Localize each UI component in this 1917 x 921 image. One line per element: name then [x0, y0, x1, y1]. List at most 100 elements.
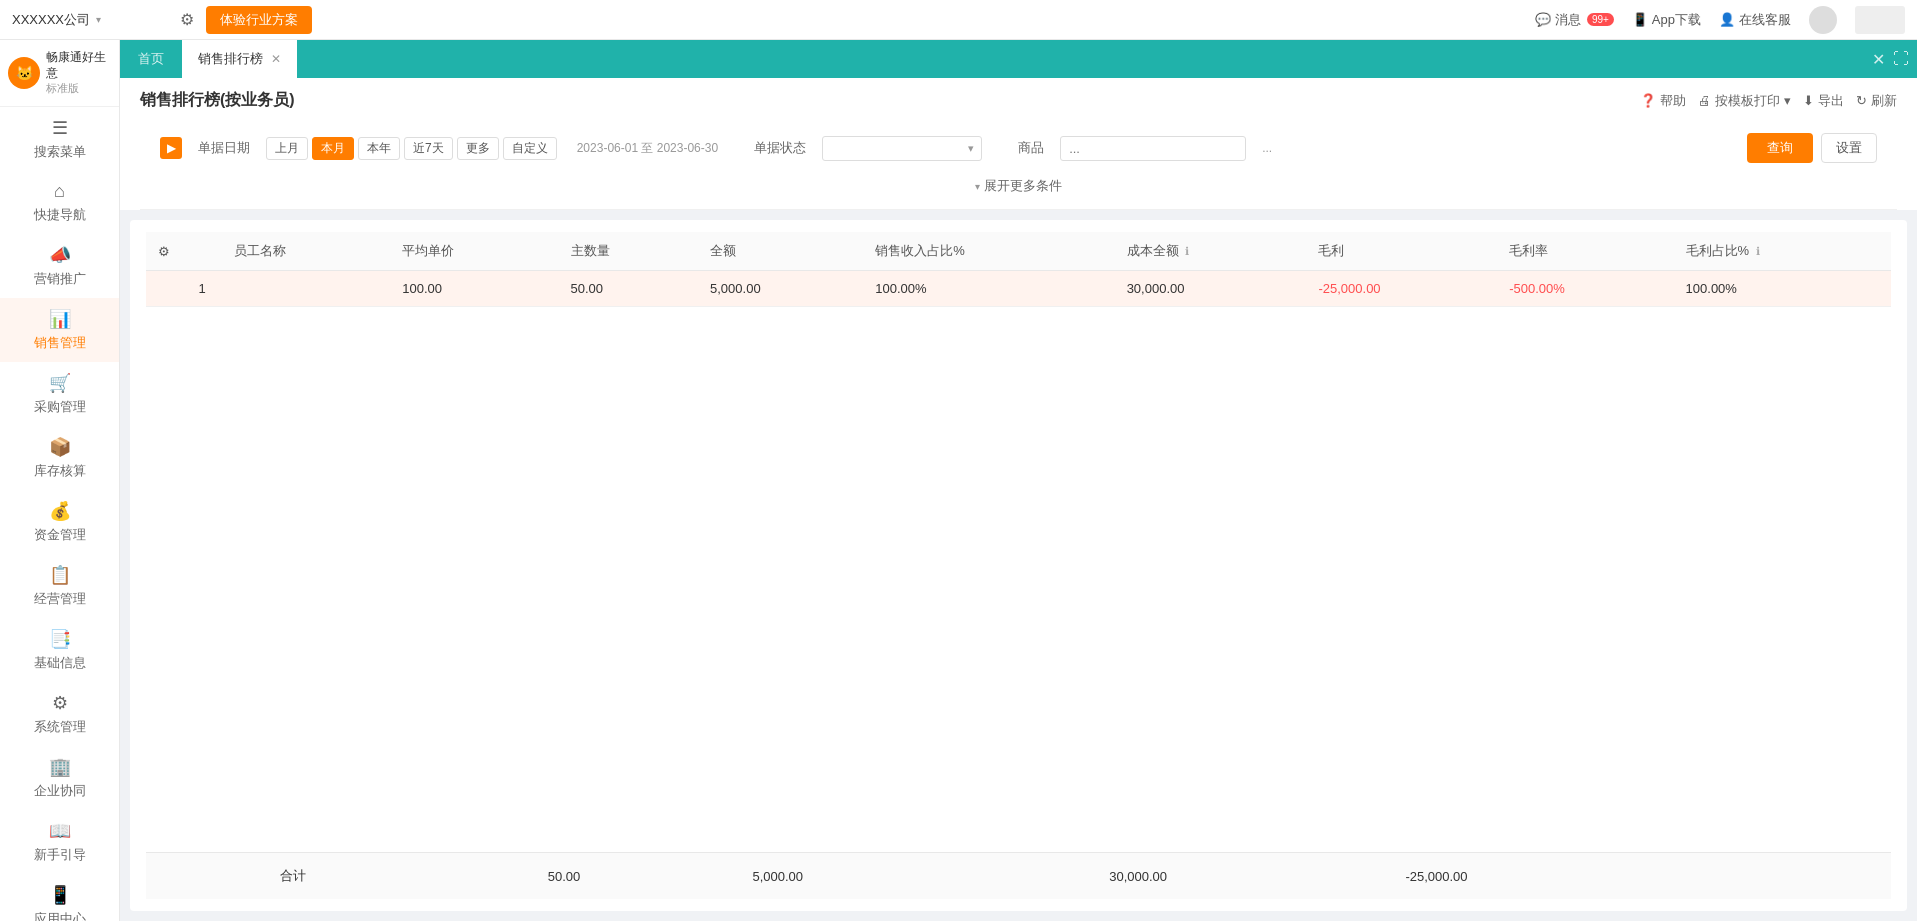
col-gross-margin: 毛利率 [1497, 232, 1673, 271]
trial-button[interactable]: 体验行业方案 [206, 6, 312, 34]
help-button[interactable]: ❓ 帮助 [1640, 92, 1686, 110]
col-settings[interactable]: ⚙ [146, 232, 182, 271]
filter-settings-button[interactable]: 设置 [1821, 133, 1877, 163]
export-button[interactable]: ⬇ 导出 [1803, 92, 1844, 110]
marketing-icon: 📣 [49, 244, 71, 266]
date-btn-this-year[interactable]: 本年 [358, 137, 400, 160]
table-row: 1 100.00 50.00 5,000.00 100.00% 30,000.0… [146, 271, 1891, 307]
sidebar-item-quick-nav[interactable]: ⌂ 快捷导航 [0, 171, 119, 234]
page-title: 销售排行榜(按业务员) [140, 90, 295, 111]
sidebar-label-system: 系统管理 [34, 718, 86, 736]
refresh-button[interactable]: ↻ 刷新 [1856, 92, 1897, 110]
sidebar-item-purchase[interactable]: 🛒 采购管理 [0, 362, 119, 426]
sidebar-label-purchase: 采购管理 [34, 398, 86, 416]
date-btn-7days[interactable]: 近7天 [404, 137, 453, 160]
message-item[interactable]: 💬 消息 99+ [1535, 11, 1614, 29]
logo-area: 🐱 畅康通好生意 标准版 [0, 40, 119, 107]
footer-rank [228, 861, 268, 891]
table-head: ⚙ 员工名称 平均单价 主数量 全额 销售收入占比% 成本全额 ℹ 毛利 毛利率 [146, 232, 1891, 271]
sidebar-item-operations[interactable]: 📋 经营管理 [0, 554, 119, 618]
message-badge: 99+ [1587, 13, 1614, 26]
finance-icon: 💰 [49, 500, 71, 522]
status-select[interactable] [822, 136, 982, 161]
sidebar-label-basic-info: 基础信息 [34, 654, 86, 672]
sidebar-label-guide: 新手引导 [34, 846, 86, 864]
row-sales-pct: 100.00% [863, 271, 1114, 307]
export-icon: ⬇ [1803, 93, 1814, 108]
row-gross-profit: -25,000.00 [1306, 271, 1497, 307]
page-title-row: 销售排行榜(按业务员) ❓ 帮助 🖨 按模板打印 ▾ ⬇ [140, 90, 1897, 111]
filter-collapse-icon[interactable]: ▶ [160, 137, 182, 159]
expand-more-row[interactable]: ▾ 展开更多条件 [160, 173, 1877, 199]
sidebar-item-search[interactable]: ☰ 搜索菜单 [0, 107, 119, 171]
online-service-item[interactable]: 👤 在线客服 [1719, 11, 1791, 29]
template-print-button[interactable]: 🖨 按模板打印 ▾ [1698, 92, 1791, 110]
row-gross-margin: -500.00% [1497, 271, 1673, 307]
filter-area: ▶ 单据日期 上月 本月 本年 近7天 更多 自定义 2023-06-01 至 … [140, 123, 1897, 210]
main-layout: 🐱 畅康通好生意 标准版 ☰ 搜索菜单 ⌂ 快捷导航 📣 营销推广 📊 销售管理… [0, 40, 1917, 921]
sidebar-item-sales[interactable]: 📊 销售管理 [0, 298, 119, 362]
query-button[interactable]: 查询 [1747, 133, 1813, 163]
sidebar-label-quick-nav: 快捷导航 [34, 206, 86, 224]
message-label: 消息 [1555, 11, 1581, 29]
sidebar-item-basic-info[interactable]: 📑 基础信息 [0, 618, 119, 682]
tab-home[interactable]: 首页 [120, 40, 182, 78]
sidebar-item-system[interactable]: ⚙ 系统管理 [0, 682, 119, 746]
tab-home-label: 首页 [138, 50, 164, 68]
tab-expand-icon[interactable]: ⛶ [1893, 50, 1909, 68]
tab-bar-right: ✕ ⛶ [1872, 40, 1917, 78]
sidebar-item-enterprise[interactable]: 🏢 企业协同 [0, 746, 119, 810]
refresh-label: 刷新 [1871, 92, 1897, 110]
help-icon: ❓ [1640, 93, 1656, 108]
sidebar-label-enterprise: 企业协同 [34, 782, 86, 800]
filter-row-1: ▶ 单据日期 上月 本月 本年 近7天 更多 自定义 2023-06-01 至 … [160, 133, 1877, 163]
service-icon: 👤 [1719, 12, 1735, 27]
sidebar-label-search: 搜索菜单 [34, 143, 86, 161]
gross-pct-info-icon[interactable]: ℹ [1756, 245, 1760, 257]
footer-gross-profit: -25,000.00 [1393, 861, 1705, 891]
table-header-row: ⚙ 员工名称 平均单价 主数量 全额 销售收入占比% 成本全额 ℹ 毛利 毛利率 [146, 232, 1891, 271]
settings-icon[interactable]: ⚙ [180, 10, 194, 29]
col-sales-pct: 销售收入占比% [863, 232, 1114, 271]
footer-sales-pct [1010, 861, 1097, 891]
row-avg-price: 100.00 [390, 271, 558, 307]
tab-active-label: 销售排行榜 [198, 50, 263, 68]
logo-text-area: 畅康通好生意 标准版 [46, 50, 111, 96]
message-icon: 💬 [1535, 12, 1551, 27]
date-btn-more[interactable]: 更多 [457, 137, 499, 160]
help-label: 帮助 [1660, 92, 1686, 110]
top-bar: XXXXXX公司 ▾ ⚙ 体验行业方案 💬 消息 99+ 📱 App下载 👤 在… [0, 0, 1917, 40]
sidebar-item-guide[interactable]: 📖 新手引导 [0, 810, 119, 874]
goods-input[interactable] [1060, 136, 1246, 161]
footer-row: 合计 50.00 5,000.00 30,000.00 -25,000.00 [158, 861, 1879, 891]
tab-bar: 首页 销售排行榜 ✕ ✕ ⛶ [120, 40, 1917, 78]
tab-close-icon[interactable]: ✕ [271, 52, 281, 66]
date-btn-custom[interactable]: 自定义 [503, 137, 557, 160]
col-gross-pct: 毛利占比% ℹ [1674, 232, 1891, 271]
expand-chevron-icon: ▾ [975, 181, 980, 192]
date-btn-this-month[interactable]: 本月 [312, 137, 354, 160]
company-selector[interactable]: XXXXXX公司 ▾ [12, 11, 172, 29]
sales-icon: 📊 [49, 308, 71, 330]
footer-gross-margin [1705, 861, 1792, 891]
user-name-area[interactable] [1855, 6, 1905, 34]
sidebar-item-marketing[interactable]: 📣 营销推广 [0, 234, 119, 298]
footer-cost-amount: 30,000.00 [1097, 861, 1393, 891]
page-header: 销售排行榜(按业务员) ❓ 帮助 🖨 按模板打印 ▾ ⬇ [120, 78, 1917, 210]
page-content: 销售排行榜(按业务员) ❓ 帮助 🖨 按模板打印 ▾ ⬇ [120, 78, 1917, 921]
sidebar-item-inventory[interactable]: 📦 库存核算 [0, 426, 119, 490]
app-download-item[interactable]: 📱 App下载 [1632, 11, 1701, 29]
logo-sub: 标准版 [46, 81, 111, 96]
sidebar-label-marketing: 营销推广 [34, 270, 86, 288]
sidebar-item-finance[interactable]: 💰 资金管理 [0, 490, 119, 554]
avatar[interactable] [1809, 6, 1837, 34]
goods-more-link[interactable]: ... [1262, 141, 1272, 155]
home-icon: ⌂ [54, 181, 65, 202]
sidebar-label-sales: 销售管理 [34, 334, 86, 352]
tab-sales-ranking[interactable]: 销售排行榜 ✕ [182, 40, 297, 78]
col-rank [182, 232, 222, 271]
tab-close-all-icon[interactable]: ✕ [1872, 50, 1885, 69]
date-btn-last-month[interactable]: 上月 [266, 137, 308, 160]
cost-amount-info-icon[interactable]: ℹ [1185, 245, 1189, 257]
sidebar-item-apps[interactable]: 📱 应用中心 [0, 874, 119, 921]
